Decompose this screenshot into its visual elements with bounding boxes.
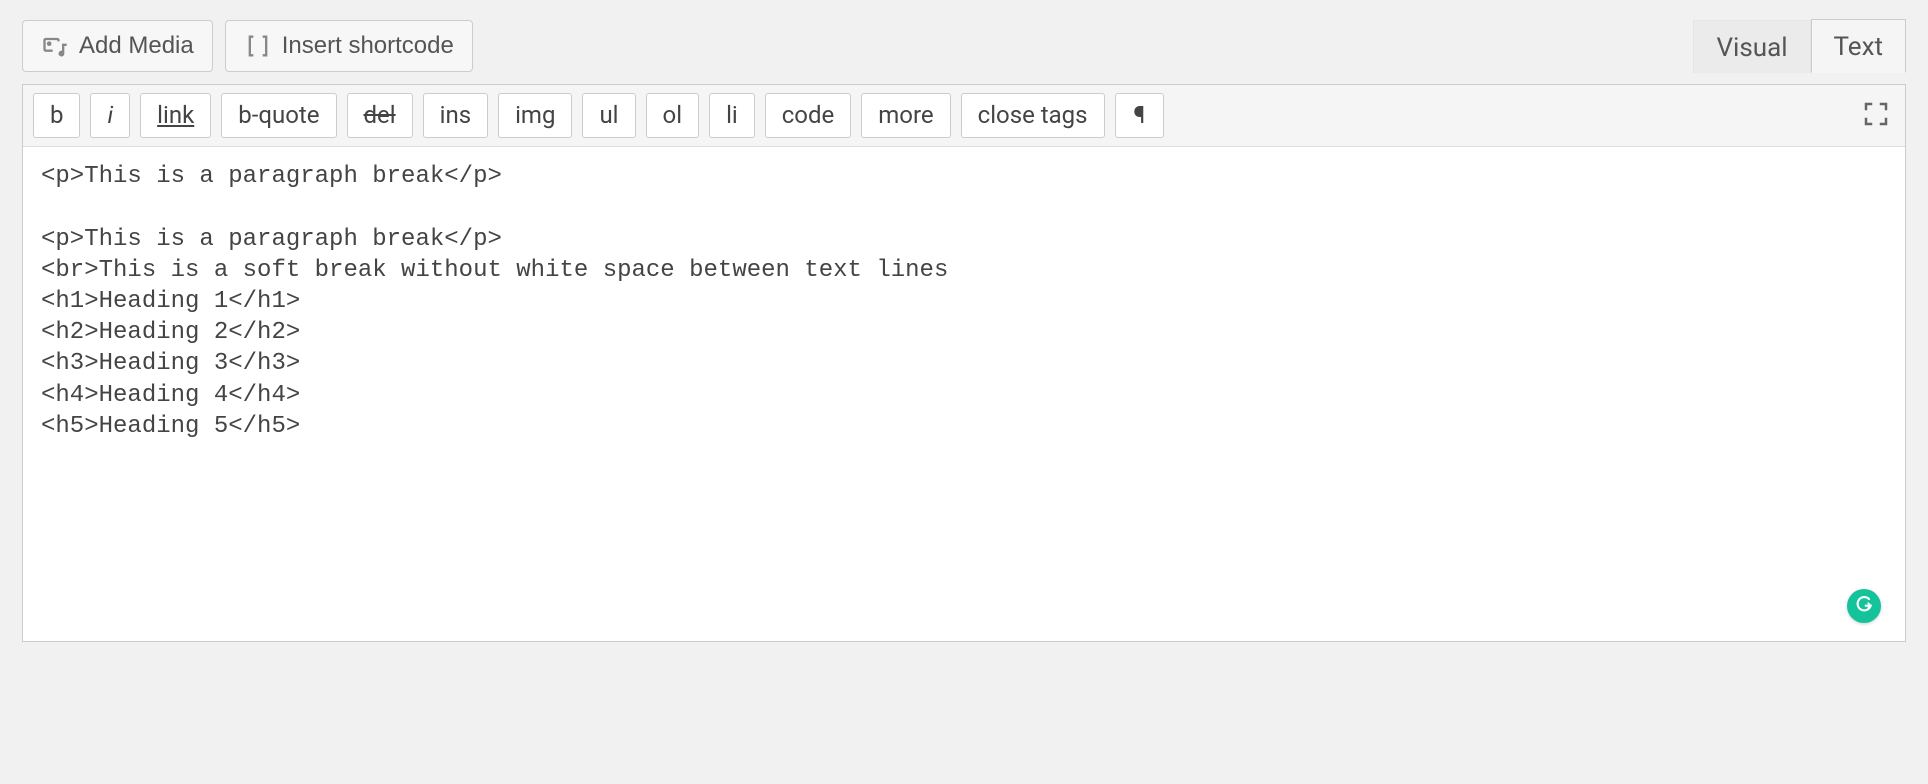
- add-media-label: Add Media: [79, 29, 194, 63]
- qt-link-button[interactable]: link: [140, 93, 211, 138]
- qt-ol-button[interactable]: ol: [646, 93, 700, 138]
- grammarly-icon: [1854, 594, 1874, 618]
- fullscreen-button[interactable]: [1857, 95, 1895, 136]
- content-area: [23, 147, 1905, 641]
- quicktags-buttons: b i link b-quote del ins img ul ol li co…: [33, 93, 1164, 138]
- tab-text[interactable]: Text: [1811, 19, 1906, 73]
- media-buttons-row: Add Media Insert shortcode: [22, 20, 473, 72]
- editor-mode-tabs: Visual Text: [1693, 18, 1906, 72]
- qt-italic-button[interactable]: i: [90, 93, 130, 138]
- insert-shortcode-button[interactable]: Insert shortcode: [225, 20, 473, 72]
- qt-bold-button[interactable]: b: [33, 93, 80, 138]
- add-media-button[interactable]: Add Media: [22, 20, 213, 72]
- qt-more-button[interactable]: more: [861, 93, 950, 138]
- content-textarea[interactable]: [23, 147, 1905, 637]
- editor-box: b i link b-quote del ins img ul ol li co…: [22, 84, 1906, 642]
- camera-music-icon: [41, 32, 69, 60]
- fullscreen-icon: [1861, 99, 1891, 132]
- qt-del-button[interactable]: del: [347, 93, 413, 138]
- grammarly-badge[interactable]: [1847, 589, 1881, 623]
- qt-paragraph-button[interactable]: ¶: [1115, 93, 1165, 138]
- shortcode-icon: [244, 32, 272, 60]
- quicktags-toolbar: b i link b-quote del ins img ul ol li co…: [23, 85, 1905, 147]
- qt-ul-button[interactable]: ul: [582, 93, 635, 138]
- qt-li-button[interactable]: li: [709, 93, 755, 138]
- qt-code-button[interactable]: code: [765, 93, 852, 138]
- tab-visual[interactable]: Visual: [1693, 20, 1810, 73]
- qt-close-tags-button[interactable]: close tags: [961, 93, 1105, 138]
- editor-container: Add Media Insert shortcode Visual Text b…: [0, 0, 1928, 642]
- qt-blockquote-button[interactable]: b-quote: [221, 93, 336, 138]
- qt-img-button[interactable]: img: [498, 93, 572, 138]
- qt-ins-button[interactable]: ins: [423, 93, 488, 138]
- insert-shortcode-label: Insert shortcode: [282, 29, 454, 63]
- editor-top-row: Add Media Insert shortcode Visual Text: [22, 18, 1906, 72]
